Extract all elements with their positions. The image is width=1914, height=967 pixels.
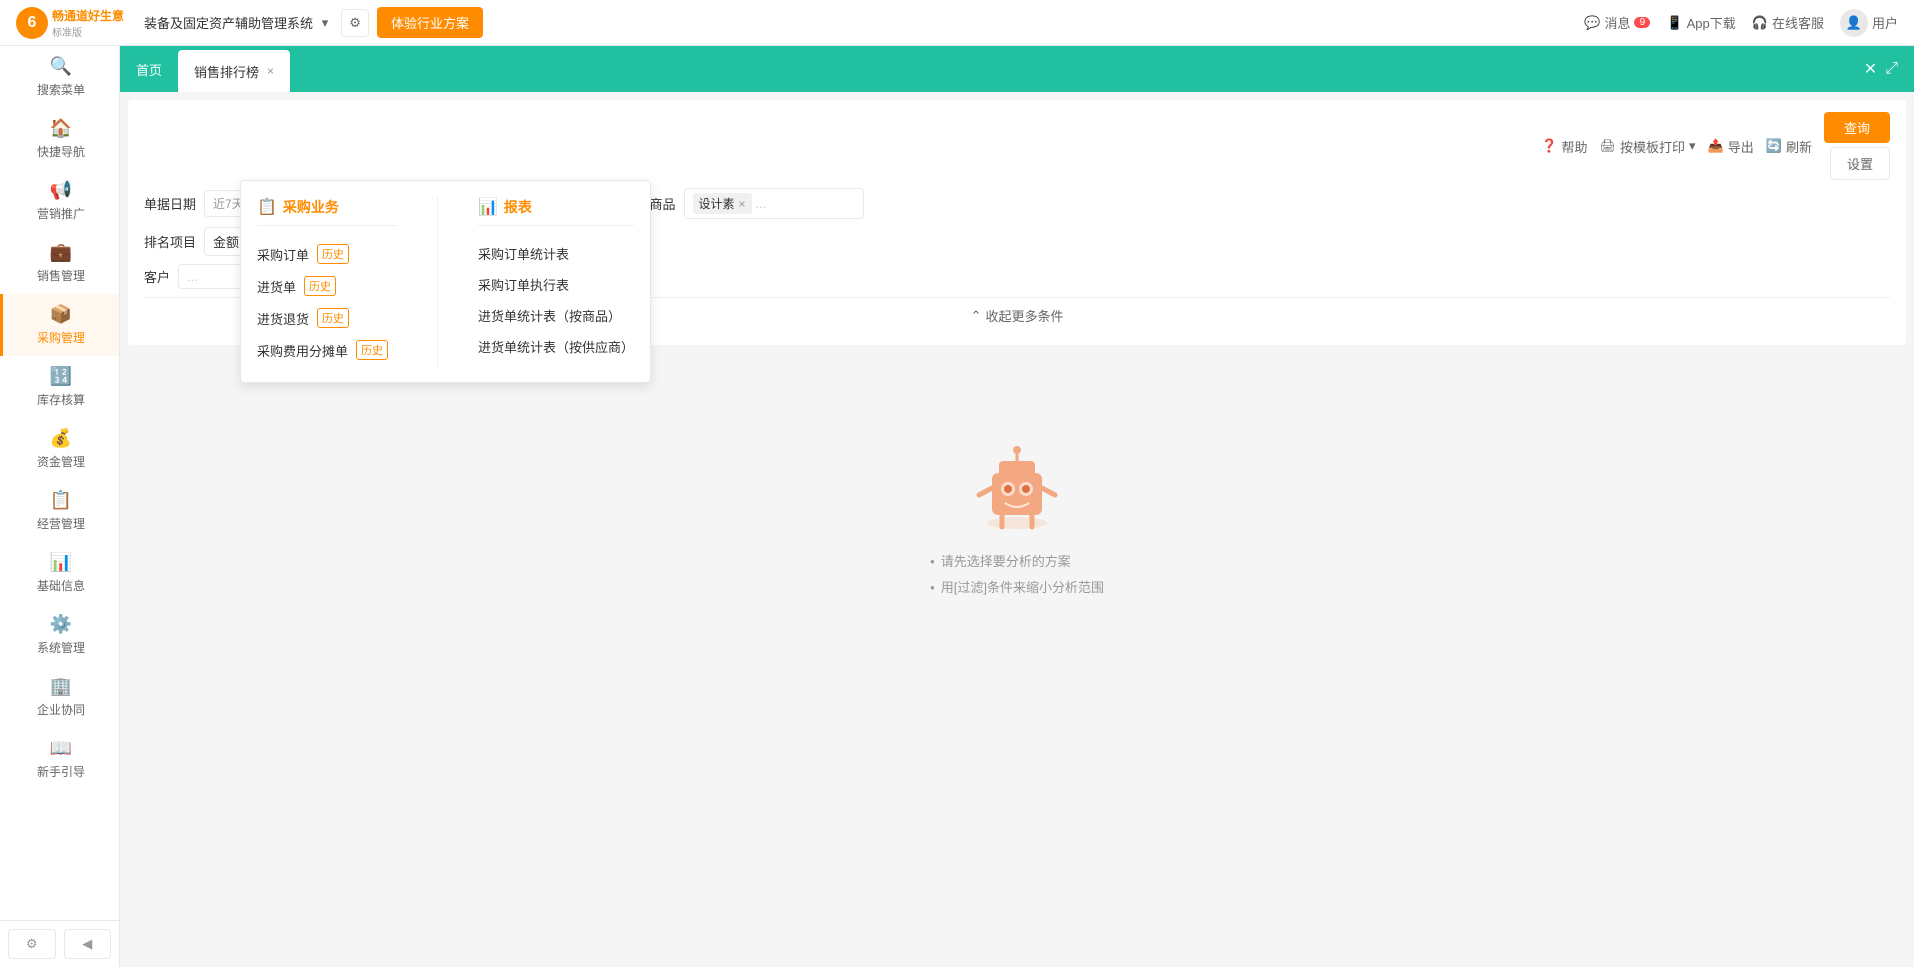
export-btn[interactable]: 📤 导出 [1708, 137, 1754, 156]
report-section-icon: 📊 [478, 197, 498, 217]
sidebar-item-system[interactable]: ⚙️系统管理 [0, 604, 119, 666]
filter-toolbar: ❓ 帮助 🖨 按模板打印 ▾ 📤 导出 🔄 [144, 112, 1890, 180]
empty-tips: 请先选择要分析的方案 用[过滤]条件来缩小分析范围 [930, 549, 1104, 601]
empty-icon [957, 433, 1077, 533]
goods-tag-close[interactable]: × [739, 197, 746, 211]
purchase-menu-item[interactable]: 进货单历史 [257, 270, 397, 302]
sidebar-item-quicknav[interactable]: 🏠快捷导航 [0, 108, 119, 170]
phone-icon: 📱 [1666, 15, 1682, 31]
finance-icon: 💰 [50, 428, 72, 449]
sidebar-item-marketing[interactable]: 📢营销推广 [0, 170, 119, 232]
app-download-btn[interactable]: 📱 App下载 [1666, 13, 1735, 32]
purchase-section: 📋 采购业务 采购订单历史进货单历史进货退货历史采购费用分摊单历史 [257, 197, 397, 366]
guide-icon: 📖 [50, 738, 72, 759]
headset-icon: 🎧 [1752, 15, 1768, 31]
settings-btn[interactable]: 设置 [1830, 147, 1890, 180]
settings-icon[interactable]: ⚙ [341, 9, 369, 37]
tab-actions: ✕ ⤢ [1864, 59, 1914, 79]
content-area: 首页 销售排行榜 × ✕ ⤢ ❓ [120, 46, 1914, 967]
empty-state: 请先选择要分析的方案 用[过滤]条件来缩小分析范围 [120, 353, 1914, 681]
report-menu-item[interactable]: 采购订单执行表 [478, 269, 634, 300]
system-icon: ⚙️ [50, 614, 72, 635]
goods-input[interactable]: 设计素 × ... [684, 188, 864, 219]
content-body: ❓ 帮助 🖨 按模板打印 ▾ 📤 导出 🔄 [120, 92, 1914, 967]
purchase-menu-item[interactable]: 采购费用分摊单历史 [257, 334, 397, 366]
logo-area: 6 畅通道好生意 标准版 [16, 7, 136, 39]
sidebar-item-enterprise[interactable]: 🏢企业协同 [0, 666, 119, 728]
search-icon: 🔍 [50, 56, 72, 77]
goods-filter: 商品 设计素 × ... [650, 188, 864, 219]
message-icon: 💬 [1584, 15, 1600, 31]
tab-sales-ranking[interactable]: 销售排行榜 × [178, 50, 290, 92]
query-btn[interactable]: 查询 [1824, 112, 1890, 143]
purchase-section-title: 📋 采购业务 [257, 197, 397, 226]
menu-divider [437, 197, 438, 366]
system-title: 装备及固定资产辅助管理系统 [144, 13, 313, 32]
purchase-icon: 📦 [50, 304, 72, 325]
report-menu-item[interactable]: 进货单统计表（按商品） [478, 300, 634, 331]
goods-tag: 设计素 × [693, 193, 752, 214]
print-dropdown-icon[interactable]: ▾ [1689, 138, 1696, 154]
quicknav-icon: 🏠 [50, 118, 72, 139]
tab-bar: 首页 销售排行榜 × ✕ ⤢ [120, 46, 1914, 92]
history-badge: 历史 [317, 244, 349, 264]
sales-icon: 💼 [50, 242, 72, 263]
collapse-icon: ⌃ [971, 308, 982, 324]
sidebar: 🔍搜索菜单🏠快捷导航📢营销推广💼销售管理📦采购管理🔢库存核算💰资金管理📋经营管理… [0, 46, 120, 967]
operation-icon: 📋 [50, 490, 72, 511]
top-bar-right: 💬 消息 9 📱 App下载 🎧 在线客服 👤 用户 [1584, 9, 1898, 37]
logo-icon: 6 [16, 7, 48, 39]
logo-subtitle: 标准版 [52, 24, 124, 39]
marketing-icon: 📢 [50, 180, 72, 201]
user-menu-btn[interactable]: 👤 用户 [1840, 9, 1898, 37]
history-badge: 历史 [356, 340, 388, 360]
sidebar-collapse-btn[interactable]: ◀ [64, 929, 112, 959]
sidebar-item-finance[interactable]: 💰资金管理 [0, 418, 119, 480]
print-icon: 🖨 [1600, 138, 1617, 154]
tab-home[interactable]: 首页 [120, 46, 178, 92]
report-menu-item[interactable]: 采购订单统计表 [478, 238, 634, 269]
window-maximize-btn[interactable]: ⤢ [1885, 60, 1898, 78]
logo-text: 畅通道好生意 标准版 [52, 7, 124, 39]
sidebar-item-base[interactable]: 📊基础信息 [0, 542, 119, 604]
notification-btn[interactable]: 💬 消息 9 [1584, 13, 1650, 32]
purchase-menu-item[interactable]: 进货退货历史 [257, 302, 397, 334]
industry-btn[interactable]: 体验行业方案 [377, 7, 483, 38]
notification-badge: 9 [1634, 17, 1650, 28]
sidebar-settings-btn[interactable]: ⚙ [8, 929, 56, 959]
purchase-section-icon: 📋 [257, 197, 277, 217]
inventory-icon: 🔢 [50, 366, 72, 387]
purchase-dropdown-menu: 📋 采购业务 采购订单历史进货单历史进货退货历史采购费用分摊单历史 📊 报表 采… [240, 180, 651, 383]
online-service-btn[interactable]: 🎧 在线客服 [1752, 13, 1824, 32]
print-btn[interactable]: 🖨 按模板打印 ▾ [1600, 137, 1696, 156]
refresh-btn[interactable]: 🔄 刷新 [1766, 137, 1812, 156]
refresh-icon: 🔄 [1766, 138, 1782, 154]
sidebar-item-sales[interactable]: 💼销售管理 [0, 232, 119, 294]
report-menu-item[interactable]: 进货单统计表（按供应商） [478, 331, 634, 362]
enterprise-icon: 🏢 [50, 676, 72, 697]
tab-close-btn[interactable]: × [267, 64, 274, 78]
sidebar-item-search[interactable]: 🔍搜索菜单 [0, 46, 119, 108]
report-section-title: 📊 报表 [478, 197, 634, 226]
base-icon: 📊 [50, 552, 72, 573]
system-dropdown-btn[interactable]: ▾ [313, 11, 337, 35]
help-icon: ❓ [1541, 138, 1557, 154]
window-close-btn[interactable]: ✕ [1864, 59, 1877, 79]
sidebar-item-guide[interactable]: 📖新手引导 [0, 728, 119, 790]
history-badge: 历史 [317, 308, 349, 328]
user-avatar: 👤 [1840, 9, 1868, 37]
help-btn[interactable]: ❓ 帮助 [1541, 137, 1587, 156]
sidebar-bottom: ⚙ ◀ [0, 920, 119, 967]
history-badge: 历史 [304, 276, 336, 296]
logo-title: 畅通道好生意 [52, 7, 124, 24]
sidebar-item-inventory[interactable]: 🔢库存核算 [0, 356, 119, 418]
export-icon: 📤 [1708, 138, 1724, 154]
purchase-menu-item[interactable]: 采购订单历史 [257, 238, 397, 270]
sidebar-item-purchase[interactable]: 📦采购管理 [0, 294, 119, 356]
sidebar-item-operation[interactable]: 📋经营管理 [0, 480, 119, 542]
report-section: 📊 报表 采购订单统计表采购订单执行表进货单统计表（按商品）进货单统计表（按供应… [478, 197, 634, 366]
